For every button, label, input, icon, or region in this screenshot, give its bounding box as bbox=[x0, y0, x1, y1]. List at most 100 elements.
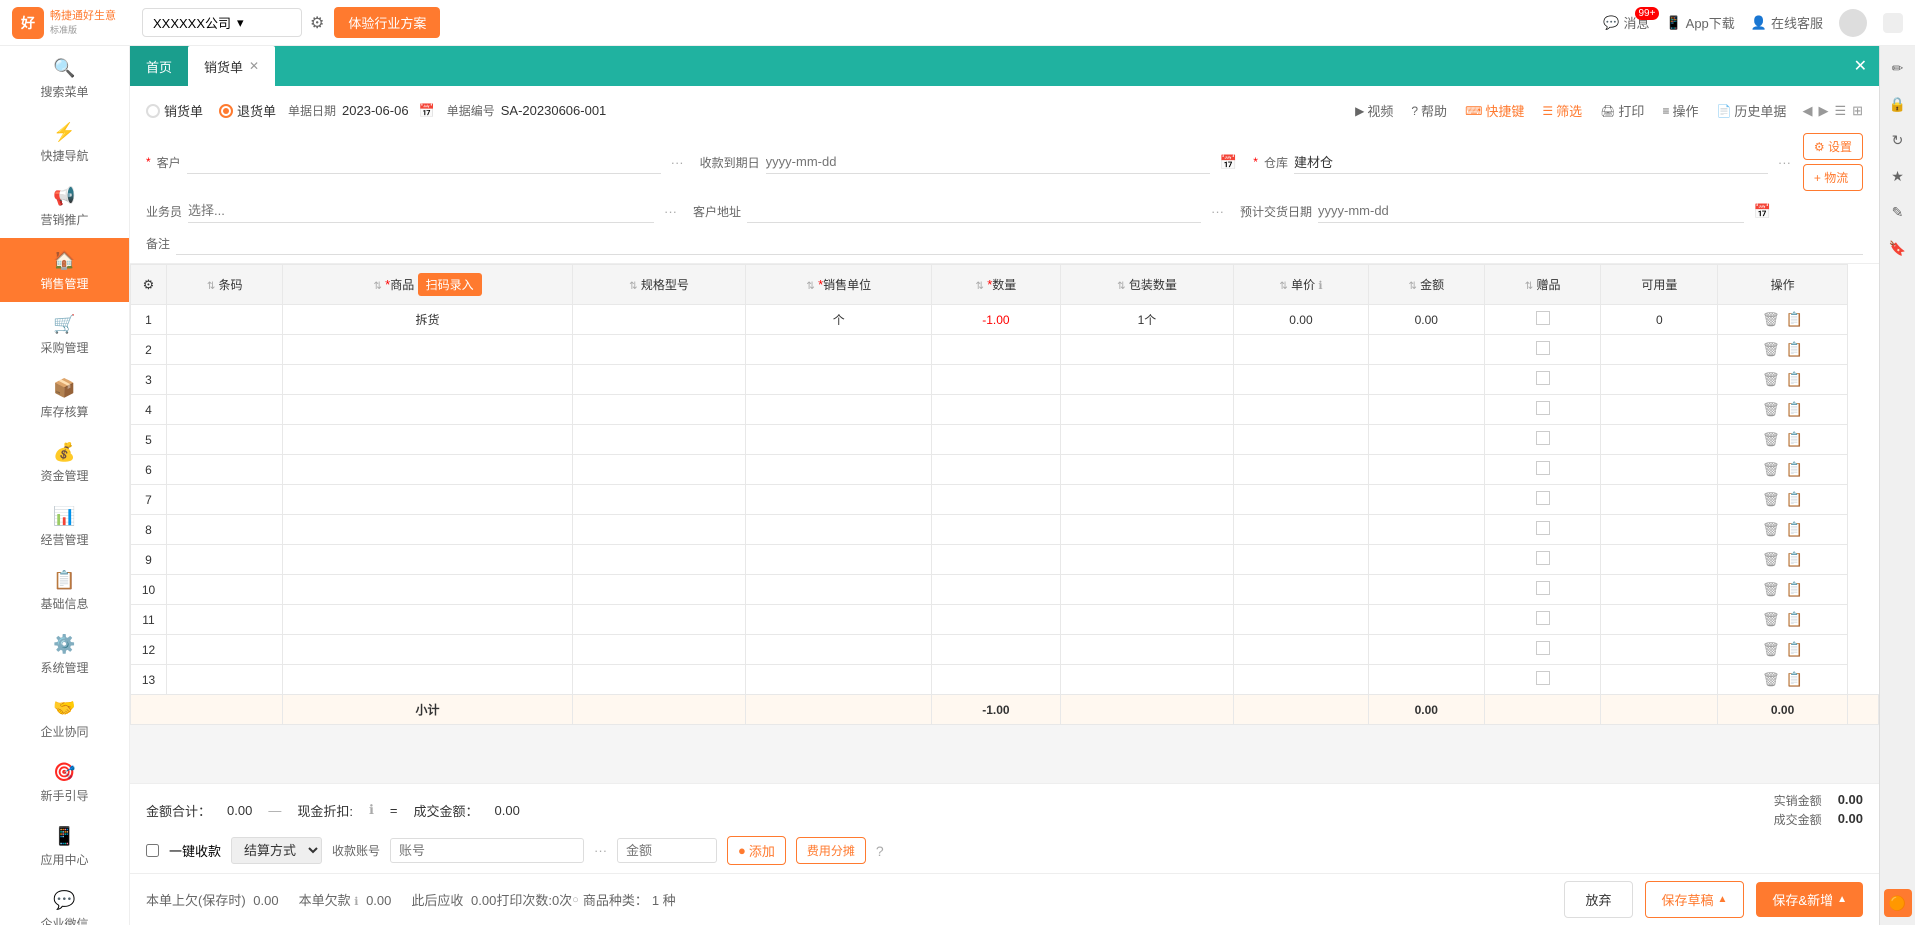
toolbar-shortcut[interactable]: ⌨ 快捷键 bbox=[1459, 98, 1530, 123]
calendar-icon[interactable]: 📅 bbox=[419, 103, 435, 119]
right-panel-icon-1[interactable]: ✏ bbox=[1884, 54, 1912, 82]
copy-row-button[interactable]: 📋 bbox=[1786, 341, 1803, 358]
gift-checkbox[interactable] bbox=[1536, 431, 1550, 445]
payment-date-input[interactable] bbox=[766, 150, 1210, 174]
setting-button[interactable]: ⚙ 设置 bbox=[1803, 133, 1863, 160]
addr-dots-icon[interactable]: ··· bbox=[1211, 204, 1224, 219]
delete-row-button[interactable]: 🗑 bbox=[1762, 611, 1780, 628]
copy-row-button[interactable]: 📋 bbox=[1786, 431, 1803, 448]
amount-input[interactable] bbox=[617, 838, 717, 863]
app-download-button[interactable]: 📱 App下载 bbox=[1665, 13, 1734, 32]
sidebar-item-marketing[interactable]: 📢 营销推广 bbox=[0, 174, 129, 238]
warehouse-dots-icon[interactable]: ··· bbox=[1778, 155, 1791, 170]
warehouse-input[interactable] bbox=[1294, 150, 1768, 174]
expected-date-calendar-icon[interactable]: 📅 bbox=[1754, 203, 1771, 220]
delete-row-button[interactable]: 🗑 bbox=[1762, 581, 1780, 598]
salesperson-input[interactable] bbox=[188, 199, 654, 223]
gift-checkbox[interactable] bbox=[1536, 671, 1550, 685]
add-button[interactable]: ● 添加 bbox=[727, 836, 786, 865]
delete-row-button[interactable]: 🗑 bbox=[1762, 431, 1780, 448]
delete-row-button[interactable]: 🗑 bbox=[1762, 311, 1780, 328]
radio-return-order[interactable]: 退货单 bbox=[219, 101, 276, 120]
nav-next-icon[interactable]: ▶ bbox=[1818, 103, 1828, 119]
gift-checkbox[interactable] bbox=[1536, 641, 1550, 655]
product-type[interactable]: ○ 商品种类： 1 种 bbox=[572, 890, 676, 909]
gift-checkbox[interactable] bbox=[1536, 491, 1550, 505]
right-panel-icon-2[interactable]: 🔒 bbox=[1884, 90, 1912, 118]
discount-info-icon[interactable]: ℹ bbox=[369, 802, 374, 818]
delete-row-button[interactable]: 🗑 bbox=[1762, 341, 1780, 358]
copy-row-button[interactable]: 📋 bbox=[1786, 671, 1803, 688]
toolbar-video[interactable]: ▶ 视频 bbox=[1349, 98, 1399, 123]
discard-button[interactable]: 放弃 bbox=[1564, 881, 1632, 918]
view-list-icon[interactable]: ☰ bbox=[1834, 103, 1846, 119]
tab-close-icon[interactable]: ✕ bbox=[249, 59, 259, 73]
gift-checkbox[interactable] bbox=[1536, 581, 1550, 595]
message-button[interactable]: 💬 消息 99+ bbox=[1603, 13, 1649, 32]
gift-checkbox[interactable] bbox=[1536, 311, 1550, 325]
sidebar-item-guide[interactable]: 🎯 新手引导 bbox=[0, 750, 129, 814]
delete-row-button[interactable]: 🗑 bbox=[1762, 641, 1780, 658]
sidebar-item-search[interactable]: 🔍 搜索菜单 bbox=[0, 46, 129, 110]
help-icon[interactable]: ? bbox=[876, 843, 884, 859]
view-grid-icon[interactable]: ⊞ bbox=[1852, 103, 1863, 119]
payment-date-calendar-icon[interactable]: 📅 bbox=[1220, 154, 1237, 171]
note-input[interactable] bbox=[176, 231, 1863, 255]
radio-sales-order[interactable]: 销货单 bbox=[146, 101, 203, 120]
toolbar-history[interactable]: 📄 历史单据 bbox=[1710, 98, 1792, 123]
save-draft-button[interactable]: 保存草稿 ▲ bbox=[1645, 881, 1745, 918]
save-new-button[interactable]: 保存&新增 ▲ bbox=[1756, 882, 1863, 917]
expense-button[interactable]: 费用分摊 bbox=[796, 837, 866, 864]
gift-checkbox[interactable] bbox=[1536, 371, 1550, 385]
sidebar-item-inventory[interactable]: 📦 库存核算 bbox=[0, 366, 129, 430]
copy-row-button[interactable]: 📋 bbox=[1786, 311, 1803, 328]
delete-row-button[interactable]: 🗑 bbox=[1762, 371, 1780, 388]
scan-button[interactable]: 扫码录入 bbox=[418, 273, 482, 296]
right-panel-icon-4[interactable]: ★ bbox=[1884, 162, 1912, 190]
copy-row-button[interactable]: 📋 bbox=[1786, 401, 1803, 418]
sidebar-item-operations[interactable]: 📊 经营管理 bbox=[0, 494, 129, 558]
toolbar-print[interactable]: 🖨 打印 bbox=[1594, 98, 1650, 123]
salesperson-dots-icon[interactable]: ··· bbox=[664, 204, 677, 219]
sidebar-item-sales[interactable]: 🏠 销售管理 bbox=[0, 238, 129, 302]
right-panel-icon-6[interactable]: 🔖 bbox=[1884, 234, 1912, 262]
copy-row-button[interactable]: 📋 bbox=[1786, 461, 1803, 478]
trial-button[interactable]: 体验行业方案 bbox=[334, 7, 440, 38]
copy-row-button[interactable]: 📋 bbox=[1786, 371, 1803, 388]
flow-button[interactable]: + 物流 bbox=[1803, 164, 1863, 191]
right-panel-icon-5[interactable]: ✎ bbox=[1884, 198, 1912, 226]
gift-checkbox[interactable] bbox=[1536, 461, 1550, 475]
sidebar-item-system[interactable]: ⚙️ 系统管理 bbox=[0, 622, 129, 686]
company-selector[interactable]: XXXXXX公司 ▾ bbox=[142, 8, 302, 37]
delete-row-button[interactable]: 🗑 bbox=[1762, 401, 1780, 418]
sidebar-item-wechat[interactable]: 💬 企业微信 bbox=[0, 878, 129, 925]
copy-row-button[interactable]: 📋 bbox=[1786, 581, 1803, 598]
expected-date-input[interactable] bbox=[1318, 199, 1744, 223]
customer-input[interactable] bbox=[187, 150, 661, 174]
sidebar-item-appstore[interactable]: 📱 应用中心 bbox=[0, 814, 129, 878]
online-support-button[interactable]: 👤 在线客服 bbox=[1751, 13, 1823, 32]
gift-checkbox[interactable] bbox=[1536, 521, 1550, 535]
copy-row-button[interactable]: 📋 bbox=[1786, 521, 1803, 538]
th-gear[interactable]: ⚙ bbox=[131, 265, 167, 305]
toolbar-filter[interactable]: ☰ 筛选 bbox=[1536, 98, 1588, 123]
right-panel-icon-3[interactable]: ↻ bbox=[1884, 126, 1912, 154]
delete-row-button[interactable]: 🗑 bbox=[1762, 671, 1780, 688]
customer-dots-icon[interactable]: ··· bbox=[671, 155, 684, 170]
sidebar-item-base[interactable]: 📋 基础信息 bbox=[0, 558, 129, 622]
calc-method-select[interactable]: 结算方式 bbox=[231, 837, 322, 864]
settings-icon[interactable]: ⚙ bbox=[310, 13, 324, 33]
dots-icon[interactable]: ··· bbox=[594, 843, 607, 858]
user-avatar[interactable] bbox=[1839, 9, 1867, 37]
sidebar-item-collab[interactable]: 🤝 企业协同 bbox=[0, 686, 129, 750]
copy-row-button[interactable]: 📋 bbox=[1786, 611, 1803, 628]
copy-row-button[interactable]: 📋 bbox=[1786, 551, 1803, 568]
one-click-pay-checkbox[interactable] bbox=[146, 844, 159, 857]
delete-row-button[interactable]: 🗑 bbox=[1762, 521, 1780, 538]
nav-prev-icon[interactable]: ◀ bbox=[1802, 103, 1812, 119]
right-panel-icon-7[interactable]: 🟠 bbox=[1884, 889, 1912, 917]
sidebar-item-finance[interactable]: 💰 资金管理 bbox=[0, 430, 129, 494]
account-input[interactable] bbox=[390, 838, 584, 863]
gift-checkbox[interactable] bbox=[1536, 551, 1550, 565]
tab-bar-close-icon[interactable]: ✕ bbox=[1854, 56, 1879, 76]
